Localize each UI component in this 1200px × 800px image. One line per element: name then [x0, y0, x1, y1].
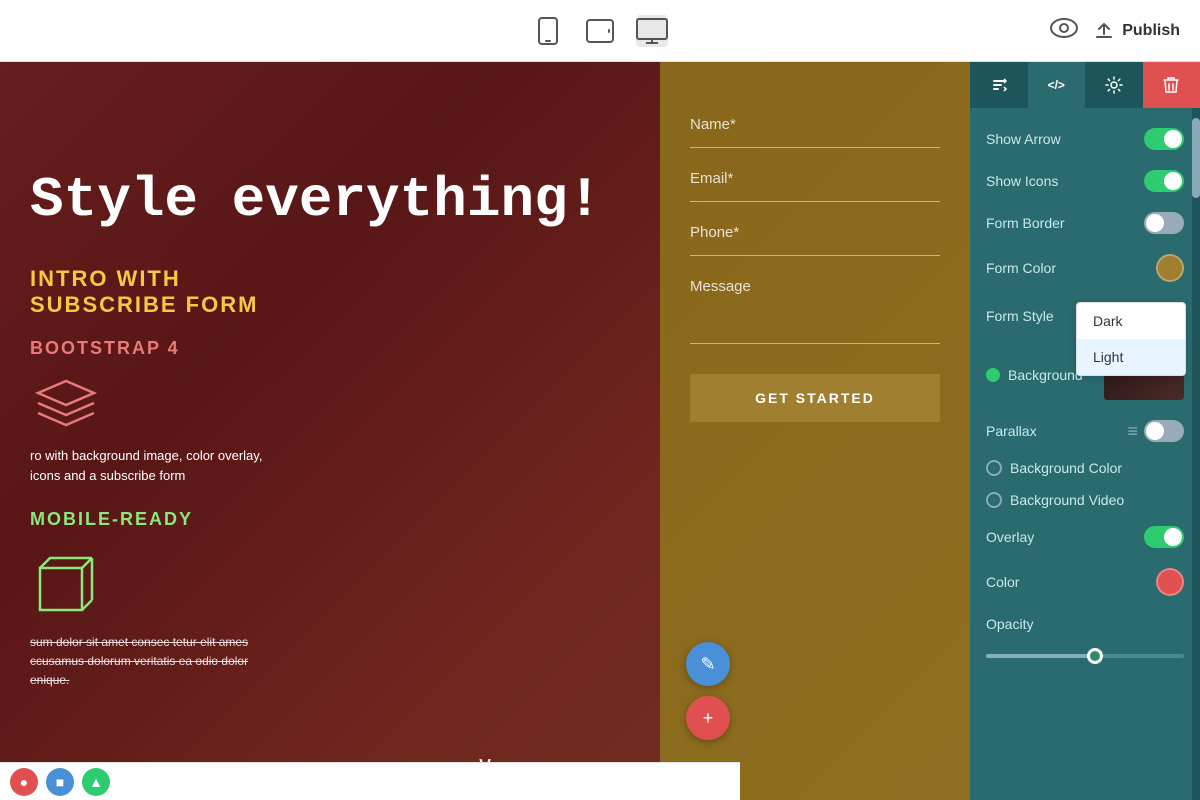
publish-button[interactable]: Publish	[1094, 21, 1180, 41]
opacity-row: Opacity	[970, 606, 1200, 642]
eye-icon[interactable]	[1050, 18, 1078, 44]
dropdown-item-light[interactable]: Light	[1077, 339, 1185, 375]
overlay-toggle[interactable]	[1144, 526, 1184, 548]
opacity-slider-row	[970, 642, 1200, 664]
fab-edit-button[interactable]: ✎	[686, 642, 730, 686]
submit-button[interactable]: GET STARTED	[690, 374, 940, 422]
show-icons-row: Show Icons	[970, 160, 1200, 202]
show-arrow-row: Show Arrow	[970, 118, 1200, 160]
bottom-icon-2[interactable]: ■	[46, 768, 74, 796]
lorem-text: sum dolor sit amet consec tetur elit ame…	[30, 633, 640, 691]
header: Publish	[0, 0, 1200, 62]
bg-color-radio[interactable]	[986, 460, 1002, 476]
hero-heading2: SUBSCRIBE FORM	[30, 292, 640, 318]
form-color-row: Form Color	[970, 244, 1200, 292]
phone-icon[interactable]	[532, 15, 564, 47]
parallax-toggle[interactable]	[1144, 420, 1184, 442]
canvas: Style everything! INTRO WITH SUBSCRIBE F…	[0, 62, 970, 800]
bg-color-label: Background Color	[1010, 460, 1122, 476]
sidebar-delete-button[interactable]	[1143, 62, 1200, 108]
fab-add-button[interactable]: +	[686, 696, 730, 740]
form-color-label: Form Color	[986, 260, 1056, 276]
publish-label: Publish	[1122, 22, 1180, 40]
lines-icon: ≡	[1127, 421, 1138, 442]
form-style-row: Form Style Dark Light ▼ Dark Light	[970, 292, 1200, 340]
device-switcher	[532, 15, 668, 47]
sidebar-scrollbar[interactable]	[1192, 108, 1200, 800]
hero-background: Style everything! INTRO WITH SUBSCRIBE F…	[0, 62, 970, 800]
opacity-slider-thumb[interactable]	[1087, 648, 1103, 664]
name-field[interactable]	[690, 102, 940, 148]
bottom-bar: ● ■ ▲	[0, 762, 740, 800]
color-row: Color	[970, 558, 1200, 606]
sidebar-content: Show Arrow Show Icons Form Border	[970, 108, 1200, 800]
header-right: Publish	[1050, 18, 1180, 44]
scrollbar-thumb[interactable]	[1192, 118, 1200, 198]
email-field[interactable]	[690, 156, 940, 202]
sidebar-sort-button[interactable]	[970, 62, 1028, 108]
show-arrow-toggle[interactable]	[1144, 128, 1184, 150]
bg-video-radio[interactable]	[986, 492, 1002, 508]
show-arrow-label: Show Arrow	[986, 131, 1061, 147]
bg-video-label: Background Video	[1010, 492, 1124, 508]
form-border-toggle[interactable]	[1144, 212, 1184, 234]
hero-left: Style everything! INTRO WITH SUBSCRIBE F…	[0, 62, 660, 800]
hero-title: Style everything!	[30, 171, 640, 230]
overlay-label: Overlay	[986, 529, 1034, 545]
show-icons-toggle[interactable]	[1144, 170, 1184, 192]
form-style-dropdown[interactable]: Dark Light	[1076, 302, 1186, 376]
form-style-label: Form Style	[986, 308, 1054, 324]
bg-video-row[interactable]: Background Video	[970, 484, 1200, 516]
background-label: Background	[1008, 367, 1083, 383]
form-color-swatch[interactable]	[1156, 254, 1184, 282]
hero-heading1: INTRO WITH	[30, 266, 640, 292]
desktop-icon[interactable]	[636, 15, 668, 47]
mobile-label: MOBILE-READY	[30, 509, 640, 530]
bootstrap-label: BOOTSTRAP 4	[30, 338, 640, 359]
opacity-label: Opacity	[986, 616, 1033, 632]
color-label: Color	[986, 574, 1019, 590]
main-area: Style everything! INTRO WITH SUBSCRIBE F…	[0, 62, 1200, 800]
form-border-label: Form Border	[986, 215, 1065, 231]
hero-content: Style everything! INTRO WITH SUBSCRIBE F…	[0, 62, 970, 800]
tablet-icon[interactable]	[584, 15, 616, 47]
bottom-icon-1[interactable]: ●	[10, 768, 38, 796]
hero-desc: ro with background image, color overlay,…	[30, 446, 640, 485]
sidebar-toolbar: </>	[970, 62, 1200, 108]
parallax-label: Parallax	[986, 423, 1037, 439]
bg-color-row[interactable]: Background Color	[970, 452, 1200, 484]
box-icon	[30, 548, 102, 620]
phone-field[interactable]	[690, 210, 940, 256]
dropdown-item-dark[interactable]: Dark	[1077, 303, 1185, 339]
fab-container: ✎ +	[686, 642, 730, 740]
stack-icon	[30, 373, 102, 433]
bottom-icon-3[interactable]: ▲	[82, 768, 110, 796]
overlay-row: Overlay	[970, 516, 1200, 558]
parallax-row: Parallax ≡	[970, 410, 1200, 452]
sidebar-settings-button[interactable]	[1085, 62, 1143, 108]
show-icons-label: Show Icons	[986, 173, 1058, 189]
form-border-row: Form Border	[970, 202, 1200, 244]
color-swatch[interactable]	[1156, 568, 1184, 596]
message-field[interactable]	[690, 264, 940, 344]
sidebar-panel: </> Show Arrow	[970, 62, 1200, 800]
sidebar-code-button[interactable]: </>	[1028, 62, 1086, 108]
opacity-slider-track[interactable]	[986, 654, 1184, 658]
